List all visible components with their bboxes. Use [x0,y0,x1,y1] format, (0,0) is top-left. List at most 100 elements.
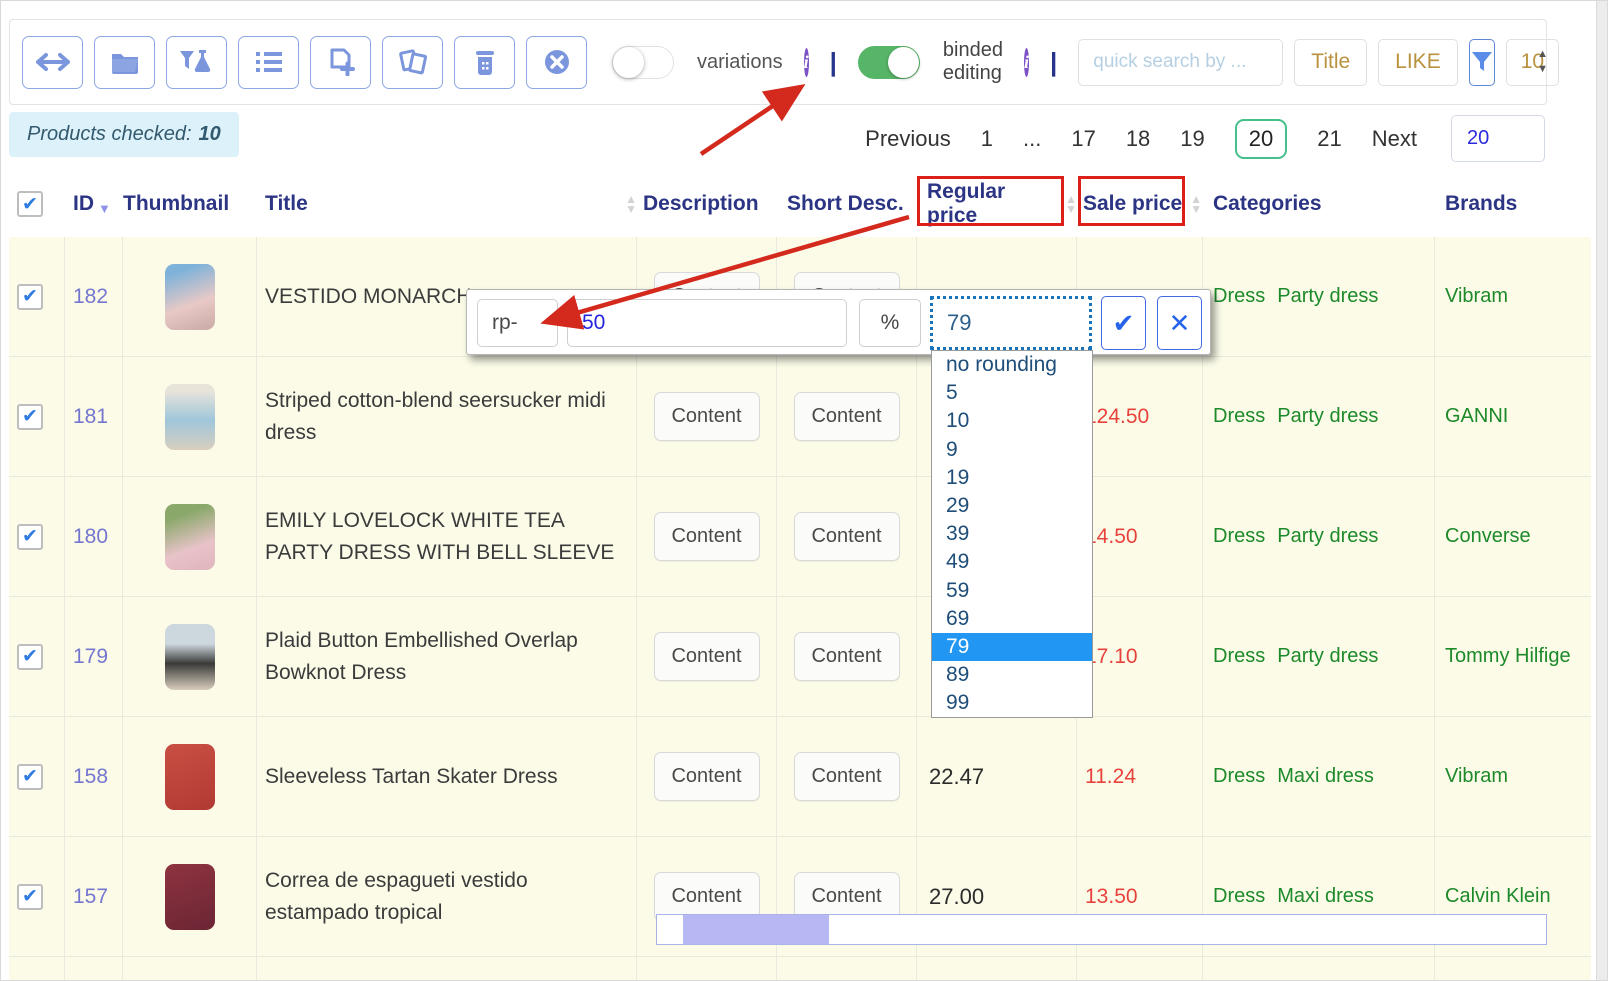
rounding-option-no-rounding[interactable]: no rounding [932,351,1092,379]
category-tag[interactable]: Dress [1213,765,1265,788]
pagination-page-20[interactable]: 20 [1235,119,1287,159]
description-content-button[interactable]: Content [654,512,760,561]
open-folder-button[interactable] [94,36,155,89]
description-content-button[interactable]: Content [654,632,760,681]
page-size-select[interactable]: 10 ▲▼ [1506,39,1559,86]
brand-value[interactable]: Tommy Hilfige [1435,645,1571,668]
delete-button[interactable] [454,36,515,89]
pagination-page-17[interactable]: 17 [1071,126,1095,152]
sort-icon[interactable]: ▲▼ [625,194,637,214]
filter-button[interactable] [1469,39,1495,86]
rounding-option-10[interactable]: 10 [932,407,1092,435]
header-title[interactable]: Title▲▼ [257,171,637,237]
short-desc-content-button[interactable]: Content [794,632,900,681]
prefix-input[interactable] [477,299,558,347]
confirm-button[interactable]: ✔ [1101,296,1146,350]
category-tag[interactable]: Party dress [1277,525,1378,548]
category-tag[interactable]: Dress [1213,525,1265,548]
product-title[interactable]: Sleeveless Tartan Skater Dress [257,761,564,793]
filter-presets-button[interactable] [166,36,227,89]
row-checkbox[interactable]: ✔ [17,764,43,790]
brand-value[interactable]: GANNI [1435,405,1508,428]
short-desc-content-button[interactable]: Content [794,752,900,801]
rounding-option-69[interactable]: 69 [932,605,1092,633]
rounding-select[interactable]: 79 [930,296,1092,350]
header-sale-price[interactable]: Sale price▲▼ [1077,171,1203,237]
row-checkbox[interactable]: ✔ [17,524,43,550]
row-checkbox[interactable]: ✔ [17,284,43,310]
short-desc-content-button[interactable]: Content [794,512,900,561]
header-id[interactable]: ID▼ [65,171,123,237]
binded-editing-info-icon[interactable]: i [1024,48,1029,77]
rounding-option-59[interactable]: 59 [932,577,1092,605]
description-content-button[interactable]: Content [654,752,760,801]
row-checkbox[interactable]: ✔ [17,644,43,670]
pagination-page-18[interactable]: 18 [1126,126,1150,152]
rounding-option-49[interactable]: 49 [932,548,1092,576]
category-tag[interactable]: Dress [1213,885,1265,908]
rounding-option-39[interactable]: 39 [932,520,1092,548]
category-tag[interactable]: Party dress [1277,645,1378,668]
amount-input[interactable] [567,299,847,347]
row-checkbox[interactable]: ✔ [17,884,43,910]
page-scrollbar-strip[interactable] [1596,1,1607,980]
spinner-arrows-icon[interactable]: ▲▼ [1537,47,1548,77]
pagination-next[interactable]: Next [1372,126,1417,152]
brand-value[interactable]: Vibram [1435,765,1508,788]
scrollbar-thumb[interactable] [683,915,829,944]
product-thumbnail[interactable] [165,744,215,810]
category-tag[interactable]: Maxi dress [1277,765,1374,788]
description-content-button[interactable]: Content [654,392,760,441]
rounding-option-9[interactable]: 9 [932,436,1092,464]
regular-price-value[interactable]: 22.47 [917,764,984,790]
product-thumbnail[interactable] [165,504,215,570]
rounding-option-79[interactable]: 79 [932,633,1092,661]
header-regular-price[interactable]: Regular price▲▼ [917,171,1077,237]
category-tag[interactable]: Party dress [1277,285,1378,308]
pagination-previous[interactable]: Previous [865,126,951,152]
short-desc-content-button[interactable]: Content [794,392,900,441]
category-tag[interactable]: Maxi dress [1277,885,1374,908]
category-tag[interactable]: Dress [1213,645,1265,668]
close-button[interactable]: ✕ [1157,296,1202,350]
resize-columns-button[interactable] [22,36,83,89]
rounding-option-29[interactable]: 29 [932,492,1092,520]
pagination-page-19[interactable]: 19 [1180,126,1204,152]
horizontal-scrollbar[interactable] [656,914,1547,945]
rounding-option-19[interactable]: 19 [932,464,1092,492]
unit-select[interactable]: % [859,299,921,347]
binded-editing-toggle[interactable] [858,46,920,79]
search-mode-button[interactable]: LIKE [1378,39,1458,86]
rounding-option-99[interactable]: 99 [932,689,1092,717]
quick-search-input[interactable] [1078,39,1283,86]
pagination-page-1[interactable]: 1 [981,126,993,152]
select-all-checkbox[interactable]: ✔ [17,191,43,217]
duplicate-button[interactable] [382,36,443,89]
category-tag[interactable]: Dress [1213,285,1265,308]
product-thumbnail[interactable] [165,624,215,690]
brand-value[interactable]: Vibram [1435,285,1508,308]
pagination-page-21[interactable]: 21 [1317,126,1341,152]
product-title[interactable]: Plaid Button Embellished Overlap Bowknot… [257,625,636,688]
search-field-button[interactable]: Title [1294,39,1367,86]
sale-price-value[interactable]: 11.24 [1077,765,1136,789]
product-thumbnail[interactable] [165,264,215,330]
rounding-option-89[interactable]: 89 [932,661,1092,689]
category-tag[interactable]: Dress [1213,405,1265,428]
rounding-option-5[interactable]: 5 [932,379,1092,407]
brand-value[interactable]: Calvin Klein [1435,885,1551,908]
variations-toggle[interactable] [612,46,674,79]
regular-price-value[interactable]: 27.00 [917,884,984,910]
product-thumbnail[interactable] [165,864,215,930]
sort-icon[interactable]: ▲▼ [1190,194,1202,214]
variations-info-icon[interactable]: i [804,48,809,77]
column-list-button[interactable] [238,36,299,89]
product-title[interactable]: Striped cotton-blend seersucker midi dre… [257,385,636,448]
add-product-button[interactable] [310,36,371,89]
product-title[interactable]: Correa de espagueti vestido estampado tr… [257,865,636,928]
sort-icon[interactable]: ▲▼ [1065,194,1077,214]
product-title[interactable]: EMILY LOVELOCK WHITE TEA PARTY DRESS WIT… [257,505,636,568]
product-thumbnail[interactable] [165,384,215,450]
sale-price-value[interactable]: 13.50 [1077,885,1138,909]
brand-value[interactable]: Converse [1435,525,1531,548]
